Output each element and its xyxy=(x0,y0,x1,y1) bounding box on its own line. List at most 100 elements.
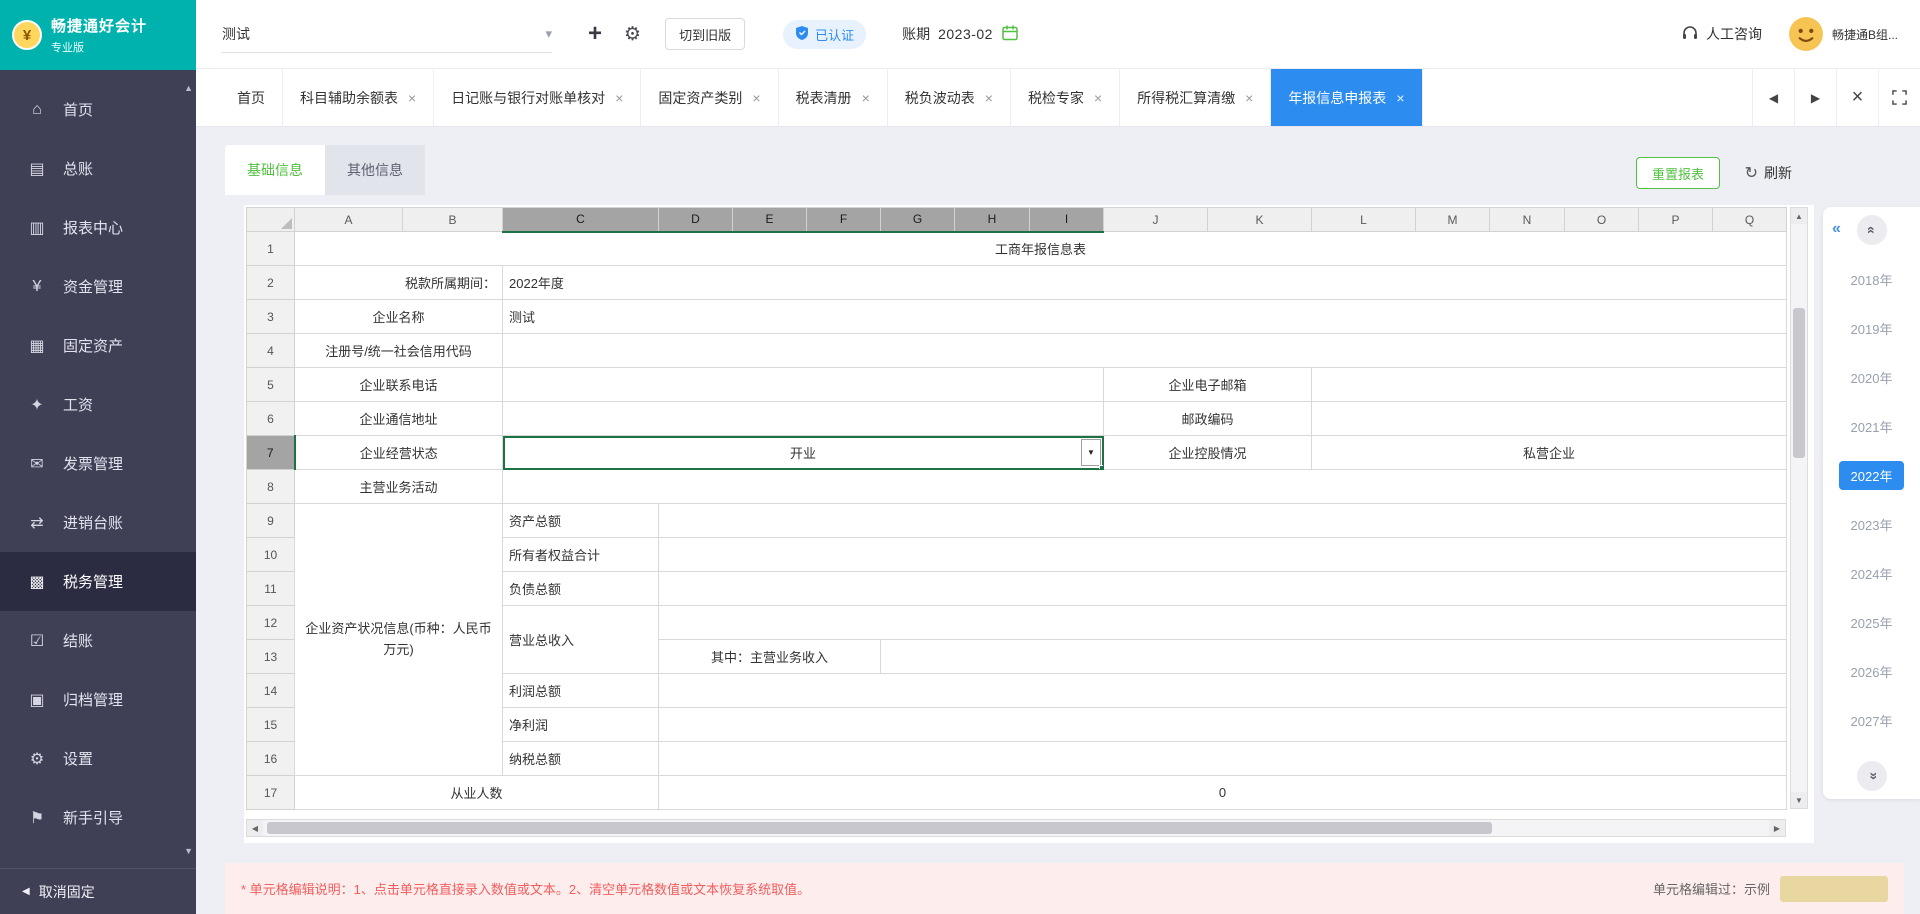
expand-year-panel-icon[interactable]: « xyxy=(1832,220,1841,238)
cell-email-label[interactable]: 企业电子邮箱 xyxy=(1103,367,1312,402)
scroll-right-icon[interactable]: ▶ xyxy=(1769,820,1785,836)
select-all-corner[interactable] xyxy=(246,207,295,232)
cell-total-profit-label[interactable]: 利润总额 xyxy=(502,673,659,708)
cell-phone-label[interactable]: 企业联系电话 xyxy=(294,367,503,402)
column-header-F[interactable]: F xyxy=(806,207,881,233)
year-item-2023[interactable]: 2023年 xyxy=(1823,500,1920,549)
years-scroll-down-button[interactable]: « xyxy=(1856,761,1887,791)
year-item-2027[interactable]: 2027年 xyxy=(1823,696,1920,745)
year-item-2022[interactable]: 2022年 xyxy=(1823,451,1920,500)
row-header-10[interactable]: 10 xyxy=(246,537,295,572)
row-header-7[interactable]: 7 xyxy=(246,435,296,470)
avatar[interactable] xyxy=(1788,16,1824,52)
accounting-period[interactable]: 账期 2023-02 xyxy=(902,24,1019,45)
gear-icon[interactable]: ⚙ xyxy=(624,23,641,46)
year-item-2020[interactable]: 2020年 xyxy=(1823,353,1920,402)
cell-main-revenue-value[interactable] xyxy=(880,639,1787,674)
column-header-H[interactable]: H xyxy=(954,207,1030,233)
sidebar-item-fixed-assets[interactable]: ▦ 固定资产 xyxy=(0,316,196,375)
row-header-8[interactable]: 8 xyxy=(246,469,295,504)
cell-address-label[interactable]: 企业通信地址 xyxy=(294,401,503,436)
cell-total-profit-value[interactable] xyxy=(658,673,1787,708)
sidebar-scroll-down-icon[interactable]: ▼ xyxy=(184,847,193,856)
cell-business-status-value[interactable]: 开业 ▼ xyxy=(502,435,1104,470)
scroll-left-icon[interactable]: ◀ xyxy=(247,820,263,836)
sidebar-item-invoices[interactable]: ✉ 发票管理 xyxy=(0,434,196,493)
close-icon[interactable]: × xyxy=(615,91,623,105)
cell-revenue-value[interactable] xyxy=(658,605,1787,640)
row-header-5[interactable]: 5 xyxy=(246,367,295,402)
sidebar-item-funds[interactable]: ¥ 资金管理 xyxy=(0,257,196,316)
close-icon[interactable]: × xyxy=(1396,91,1404,105)
cell-holding-label[interactable]: 企业控股情况 xyxy=(1103,435,1312,470)
cell-period-value[interactable]: 2022年度 xyxy=(502,265,1787,300)
cell-reg-no-label[interactable]: 注册号/统一社会信用代码 xyxy=(294,333,503,368)
year-item-2019[interactable]: 2019年 xyxy=(1823,304,1920,353)
fill-handle[interactable] xyxy=(1099,465,1103,469)
cell-total-liabilities-label[interactable]: 负债总额 xyxy=(502,571,659,606)
row-header-2[interactable]: 2 xyxy=(246,265,295,300)
cell-phone-value[interactable] xyxy=(502,367,1104,402)
cell-reg-no-value[interactable] xyxy=(502,333,1787,368)
cell-total-tax-value[interactable] xyxy=(658,741,1787,776)
cell-revenue-label[interactable]: 营业总收入 xyxy=(502,605,659,674)
close-icon[interactable]: × xyxy=(752,91,760,105)
sidebar-item-general-ledger[interactable]: ▤ 总账 xyxy=(0,139,196,198)
vertical-scrollbar[interactable]: ▲ ▼ xyxy=(1790,207,1808,809)
column-header-L[interactable]: L xyxy=(1311,207,1416,232)
tab-tax-burden-fluctuation[interactable]: 税负波动表 × xyxy=(888,69,1011,126)
scroll-up-icon[interactable]: ▲ xyxy=(1791,208,1807,224)
cell-net-profit-value[interactable] xyxy=(658,707,1787,742)
year-item-2024[interactable]: 2024年 xyxy=(1823,549,1920,598)
row-header-13[interactable]: 13 xyxy=(246,639,295,674)
column-header-O[interactable]: O xyxy=(1564,207,1639,232)
scroll-down-icon[interactable]: ▼ xyxy=(1791,792,1807,808)
year-item-2025[interactable]: 2025年 xyxy=(1823,598,1920,647)
scroll-tabs-right-icon[interactable]: ▶ xyxy=(1794,69,1836,126)
cell-owner-equity-label[interactable]: 所有者权益合计 xyxy=(502,537,659,572)
column-header-J[interactable]: J xyxy=(1103,207,1208,232)
sidebar-item-settings[interactable]: ⚙ 设置 xyxy=(0,729,196,788)
close-icon[interactable]: × xyxy=(1245,91,1253,105)
column-header-K[interactable]: K xyxy=(1207,207,1312,232)
row-header-15[interactable]: 15 xyxy=(246,707,295,742)
row-header-12[interactable]: 12 xyxy=(246,605,295,640)
row-header-4[interactable]: 4 xyxy=(246,333,295,368)
cell-address-value[interactable] xyxy=(502,401,1104,436)
years-scroll-up-button[interactable]: « xyxy=(1856,215,1887,245)
close-icon[interactable]: × xyxy=(1094,91,1102,105)
column-header-A[interactable]: A xyxy=(294,207,403,232)
user-name[interactable]: 畅捷通B组... xyxy=(1832,26,1898,43)
tab-journal-bank-reconcile[interactable]: 日记账与银行对账单核对 × xyxy=(434,69,642,126)
subtab-basic-info[interactable]: 基础信息 xyxy=(225,145,325,195)
cell-business-status-label[interactable]: 企业经营状态 xyxy=(294,435,503,470)
cell-owner-equity-value[interactable] xyxy=(658,537,1787,572)
vertical-scrollbar-thumb[interactable] xyxy=(1793,308,1805,458)
reset-report-button[interactable]: 重置报表 xyxy=(1635,157,1720,189)
horizontal-scrollbar[interactable]: ◀ ▶ xyxy=(246,819,1786,837)
column-header-N[interactable]: N xyxy=(1489,207,1565,232)
row-header-11[interactable]: 11 xyxy=(246,571,295,606)
cell-email-value[interactable] xyxy=(1311,367,1787,402)
cell-total-tax-label[interactable]: 纳税总额 xyxy=(502,741,659,776)
cell-holding-value[interactable]: 私营企业 xyxy=(1311,435,1787,470)
cell-total-assets-label[interactable]: 资产总额 xyxy=(502,503,659,538)
horizontal-scrollbar-thumb[interactable] xyxy=(267,822,1492,834)
sidebar-item-purchase-sales[interactable]: ⇄ 进销台账 xyxy=(0,493,196,552)
column-header-Q[interactable]: Q xyxy=(1712,207,1787,232)
subtab-other-info[interactable]: 其他信息 xyxy=(325,145,425,195)
tab-annual-report-info[interactable]: 年报信息申报表 × xyxy=(1271,69,1423,126)
tab-subject-aux-balance[interactable]: 科目辅助余额表 × xyxy=(283,69,435,126)
cell-total-assets-value[interactable] xyxy=(658,503,1787,538)
sidebar-item-payroll[interactable]: ✦ 工资 xyxy=(0,375,196,434)
tab-income-tax-settlement[interactable]: 所得税汇算清缴 × xyxy=(1120,69,1272,126)
sidebar-item-closing[interactable]: ☑ 结账 xyxy=(0,611,196,670)
fullscreen-icon[interactable] xyxy=(1878,69,1920,126)
tab-tax-form-list[interactable]: 税表清册 × xyxy=(779,69,888,126)
cell-dropdown-icon[interactable]: ▼ xyxy=(1081,439,1101,466)
column-header-D[interactable]: D xyxy=(658,207,733,233)
refresh-button[interactable]: ↻ 刷新 xyxy=(1745,163,1792,183)
sidebar-item-archive[interactable]: ▣ 归档管理 xyxy=(0,670,196,729)
unpin-sidebar-button[interactable]: ◀ 取消固定 xyxy=(0,868,196,914)
cell-postcode-label[interactable]: 邮政编码 xyxy=(1103,401,1312,436)
